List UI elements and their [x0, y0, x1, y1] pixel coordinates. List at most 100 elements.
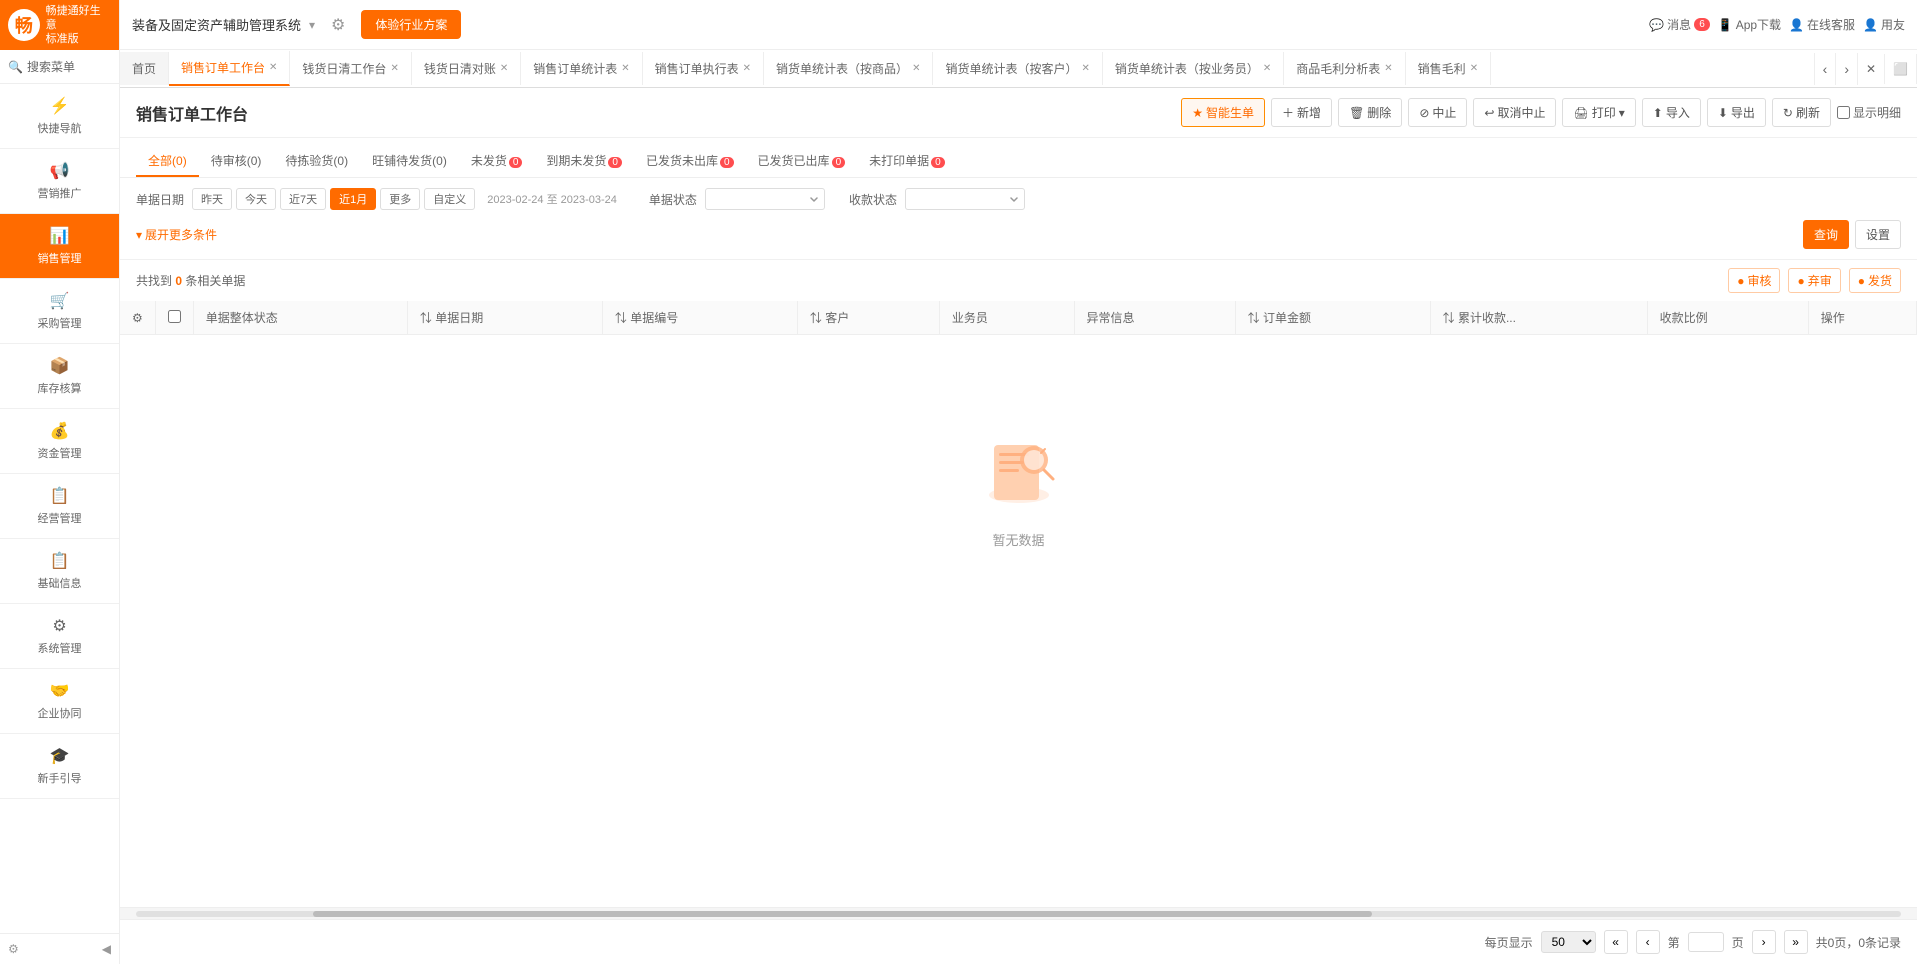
tab-home[interactable]: 首页 — [120, 52, 169, 85]
sidebar-item-sales[interactable]: 📊 销售管理 — [0, 214, 119, 279]
sidebar-item-inventory[interactable]: 📦 库存核算 — [0, 344, 119, 409]
sidebar-item-operations[interactable]: 📋 经营管理 — [0, 474, 119, 539]
sort-date-icon[interactable]: ⇅ — [420, 311, 432, 325]
tab-sales-workbench[interactable]: 销售订单工作台 ✕ — [169, 51, 290, 86]
filter-tab-overdue-not-shipped[interactable]: 到期未发货0 — [534, 146, 634, 177]
sort-collected-icon[interactable]: ⇅ — [1443, 311, 1455, 325]
tab-sales-stats[interactable]: 销售订单统计表 ✕ — [521, 52, 642, 85]
tab-sales-exec[interactable]: 销售订单执行表 ✕ — [643, 52, 764, 85]
tab-cash-daily[interactable]: 钱货日清工作台 ✕ — [290, 52, 411, 85]
filter-tab-shipped-not-warehoused[interactable]: 已发货未出库0 — [634, 146, 746, 177]
tab-sales-summary-product[interactable]: 销货单统计表（按商品） ✕ — [764, 52, 933, 85]
user-icon: 👤 — [1863, 18, 1878, 32]
date-range-display: 2023-02-24 至 2023-03-24 — [487, 191, 617, 207]
page-number-input[interactable]: 1 — [1688, 932, 1724, 952]
filter-tab-not-shipped[interactable]: 未发货0 — [459, 146, 535, 177]
filter-row-1: 单据日期 昨天 今天 近7天 近1月 更多 自定义 2023-02-24 至 2… — [136, 188, 1901, 210]
sort-number-icon[interactable]: ⇅ — [615, 311, 627, 325]
filter-tab-shipped-warehoused[interactable]: 已发货已出库0 — [746, 146, 858, 177]
import-button[interactable]: ⬆ 导入 — [1642, 98, 1701, 127]
sidebar-item-purchase[interactable]: 🛒 采购管理 — [0, 279, 119, 344]
date-last1m-button[interactable]: 近1月 — [330, 188, 376, 210]
stop-button[interactable]: ⊘ 中止 — [1408, 98, 1467, 127]
export-button[interactable]: ⬇ 导出 — [1707, 98, 1766, 127]
topbar-settings-icon[interactable]: ⚙ — [331, 15, 345, 35]
refresh-button[interactable]: ↻ 刷新 — [1772, 98, 1831, 127]
filter-tab-not-printed[interactable]: 未打印单据0 — [857, 146, 957, 177]
tab-sales-summary-staff[interactable]: 销货单统计表（按业务员） ✕ — [1103, 52, 1284, 85]
app-download-button[interactable]: 📱 App下载 — [1718, 16, 1781, 33]
last-page-button[interactable]: » — [1784, 930, 1808, 954]
tab-close-sales-summary-product[interactable]: ✕ — [912, 63, 920, 74]
tab-close-sales-summary-customer[interactable]: ✕ — [1081, 63, 1089, 74]
not-shipped-badge: 0 — [509, 157, 523, 168]
sidebar-item-marketing[interactable]: 📢 营销推广 — [0, 149, 119, 214]
tab-cash-reconcile[interactable]: 钱货日清对账 ✕ — [412, 52, 521, 85]
sidebar-collapse-icon[interactable]: ◀ — [102, 942, 111, 956]
topbar-dropdown-icon[interactable]: ▾ — [309, 18, 315, 32]
add-button[interactable]: ＋ 新增 — [1271, 98, 1332, 127]
filter-tab-all[interactable]: 全部(0) — [136, 146, 199, 177]
tab-close-sales-stats[interactable]: ✕ — [621, 63, 629, 74]
sidebar-item-enterprise[interactable]: 🤝 企业协同 — [0, 669, 119, 734]
industry-solution-button[interactable]: 体验行业方案 — [361, 10, 461, 39]
tab-close-sales-workbench[interactable]: ✕ — [269, 62, 277, 73]
tab-sales-profit[interactable]: 销售毛利 ✕ — [1406, 52, 1491, 85]
search-menu[interactable]: 🔍 搜索菜单 — [0, 50, 119, 84]
tab-close-sales-summary-staff[interactable]: ✕ — [1263, 63, 1271, 74]
prev-page-button[interactable]: ‹ — [1636, 930, 1660, 954]
show-detail-checkbox[interactable] — [1837, 106, 1850, 119]
status-filter-select[interactable] — [705, 188, 825, 210]
tab-next-button[interactable]: › — [1836, 53, 1858, 85]
user-menu-button[interactable]: 👤 用友 — [1863, 16, 1905, 33]
tab-close-cash-reconcile[interactable]: ✕ — [500, 63, 508, 74]
cancel-stop-button[interactable]: ↩ 取消中止 — [1473, 98, 1556, 127]
select-all-checkbox[interactable] — [168, 310, 181, 323]
tab-close-gross-profit[interactable]: ✕ — [1384, 63, 1392, 74]
online-service-button[interactable]: 👤 在线客服 — [1789, 16, 1855, 33]
sidebar-item-quick-nav[interactable]: ⚡ 快捷导航 — [0, 84, 119, 149]
payment-filter-select[interactable] — [905, 188, 1025, 210]
horizontal-scrollbar[interactable] — [120, 907, 1917, 919]
date-custom-button[interactable]: 自定义 — [424, 188, 475, 210]
filter-tab-pending-inspect[interactable]: 待拣验货(0) — [273, 146, 360, 177]
date-more-button[interactable]: 更多 — [380, 188, 420, 210]
date-last7-button[interactable]: 近7天 — [280, 188, 326, 210]
sidebar-item-basic-info[interactable]: 📋 基础信息 — [0, 539, 119, 604]
sort-amount-icon[interactable]: ⇅ — [1248, 311, 1260, 325]
tab-close-cash-daily[interactable]: ✕ — [390, 63, 398, 74]
show-detail-label: 显示明细 — [1837, 104, 1901, 121]
first-page-button[interactable]: « — [1604, 930, 1628, 954]
tab-close-sales-profit[interactable]: ✕ — [1470, 63, 1478, 74]
filter-tab-pending-review[interactable]: 待审核(0) — [199, 146, 274, 177]
expand-conditions-btn[interactable]: ▾ 展开更多条件 — [136, 226, 217, 243]
date-today-button[interactable]: 今天 — [236, 188, 276, 210]
review-button[interactable]: ● 审核 — [1728, 268, 1780, 293]
tab-sales-summary-customer[interactable]: 销货单统计表（按客户） ✕ — [933, 52, 1102, 85]
sidebar-item-system[interactable]: ⚙ 系统管理 — [0, 604, 119, 669]
settings-icon[interactable]: ⚙ — [132, 311, 143, 325]
sort-customer-icon[interactable]: ⇅ — [810, 311, 822, 325]
message-button[interactable]: 💬 消息 6 — [1649, 16, 1710, 33]
sidebar-settings-icon[interactable]: ⚙ — [8, 942, 19, 956]
message-badge: 6 — [1694, 18, 1710, 31]
settings-button[interactable]: 设置 — [1855, 220, 1901, 249]
tab-close-all-button[interactable]: ✕ — [1858, 54, 1885, 84]
delete-button[interactable]: 🗑 删除 — [1338, 98, 1402, 127]
filter-tab-wangpu-pending[interactable]: 旺铺待发货(0) — [360, 146, 459, 177]
sidebar-item-finance[interactable]: 💰 资金管理 — [0, 409, 119, 474]
date-yesterday-button[interactable]: 昨天 — [192, 188, 232, 210]
scrollbar-thumb[interactable] — [313, 911, 1372, 917]
print-button[interactable]: 🖨 打印 ▾ — [1562, 98, 1635, 127]
tab-gross-profit[interactable]: 商品毛利分析表 ✕ — [1284, 52, 1405, 85]
tab-close-sales-exec[interactable]: ✕ — [743, 63, 751, 74]
smart-create-button[interactable]: ★ 智能生单 — [1181, 98, 1265, 127]
ship-button[interactable]: ● 发货 — [1849, 268, 1901, 293]
next-page-button[interactable]: › — [1752, 930, 1776, 954]
query-button[interactable]: 查询 — [1803, 220, 1849, 249]
tab-maximize-button[interactable]: ⬜ — [1885, 54, 1917, 84]
tab-prev-button[interactable]: ‹ — [1815, 53, 1837, 85]
reject-button[interactable]: ● 弃审 — [1788, 268, 1840, 293]
page-size-select[interactable]: 50 10 20 100 — [1541, 931, 1596, 953]
sidebar-item-newbie[interactable]: 🎓 新手引导 — [0, 734, 119, 799]
